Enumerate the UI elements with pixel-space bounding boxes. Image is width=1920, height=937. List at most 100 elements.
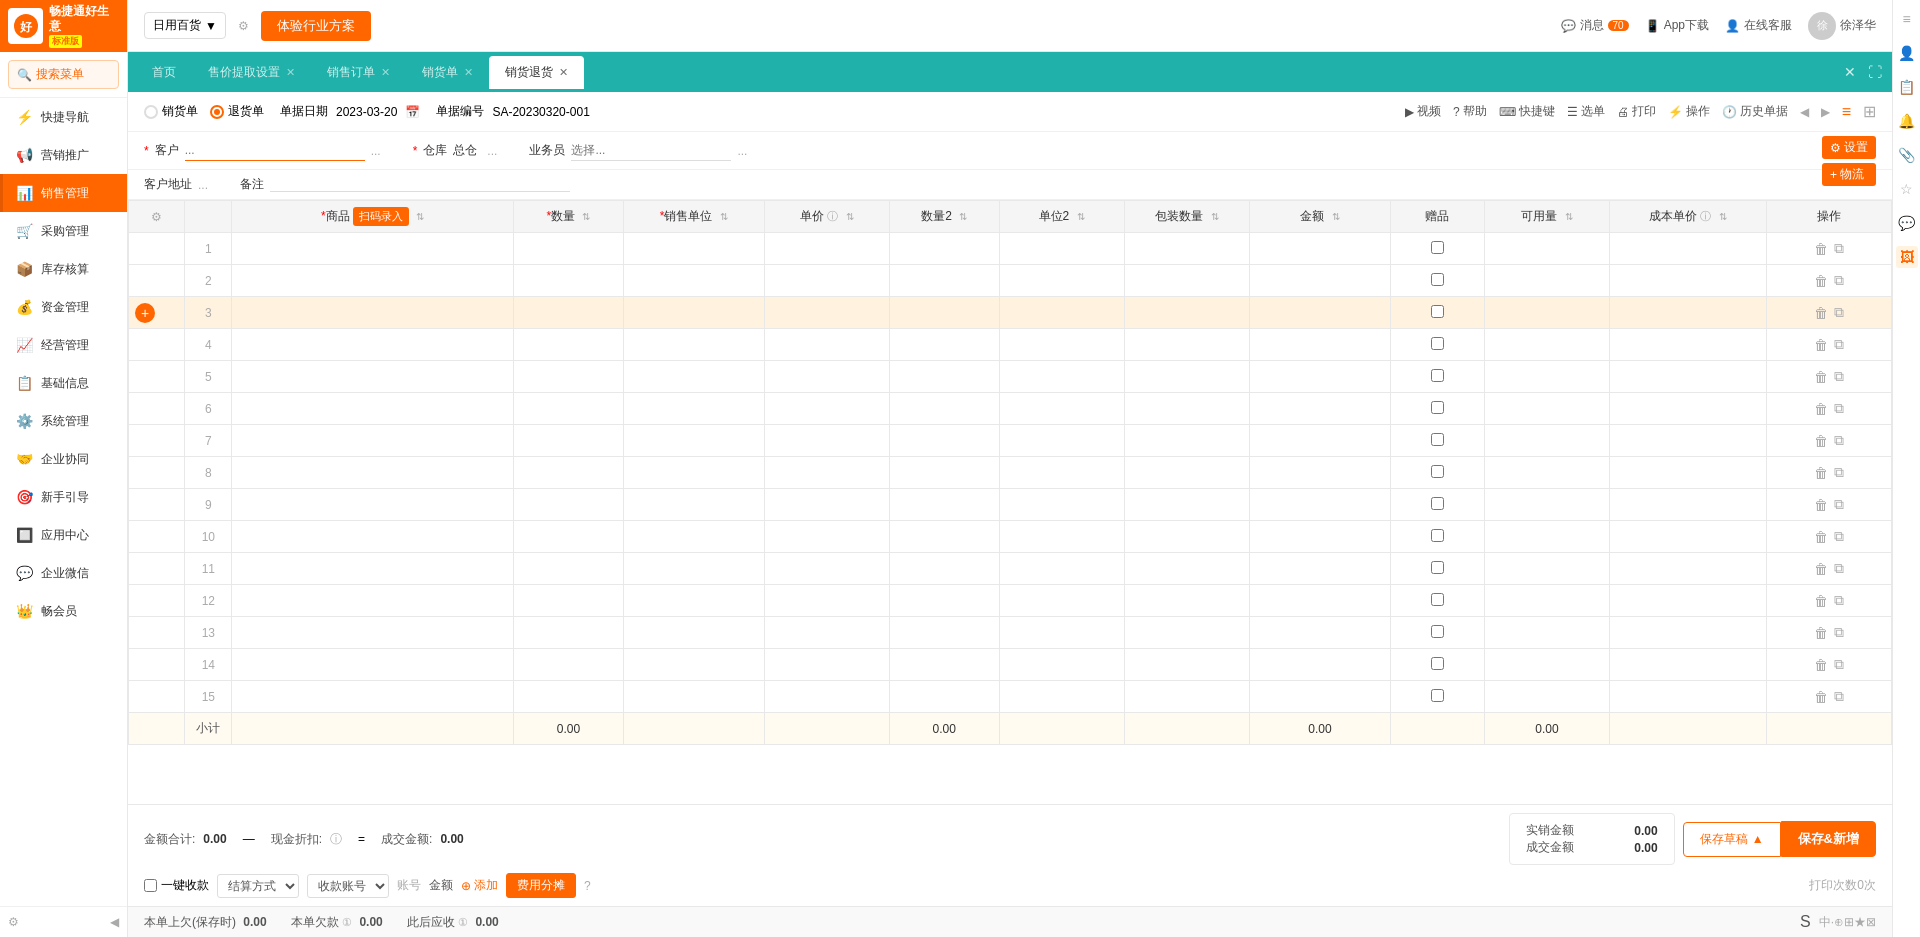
available-cell[interactable] xyxy=(1484,585,1609,617)
gift-cell[interactable] xyxy=(1390,457,1484,489)
radio-sales[interactable]: 销货单 xyxy=(144,103,198,120)
qty2-cell[interactable] xyxy=(889,233,999,265)
unit-cell[interactable] xyxy=(623,393,764,425)
cost-cell[interactable] xyxy=(1610,361,1767,393)
unit2-cell[interactable] xyxy=(999,425,1124,457)
gift-cell[interactable] xyxy=(1390,617,1484,649)
unit-cell[interactable] xyxy=(623,489,764,521)
unit-cell[interactable] xyxy=(623,617,764,649)
qty-cell[interactable] xyxy=(514,233,624,265)
product-sort-icon[interactable]: ⇅ xyxy=(416,211,424,222)
help-btn[interactable]: ? 帮助 xyxy=(1453,103,1487,120)
sidebar-item-inventory[interactable]: 📦 库存核算 xyxy=(0,250,127,288)
list-view-btn[interactable]: ≡ xyxy=(1842,103,1851,121)
gift-cell[interactable] xyxy=(1390,329,1484,361)
video-btn[interactable]: ▶ 视频 xyxy=(1405,103,1441,120)
price-cell[interactable] xyxy=(764,681,889,713)
tab-price-settings-close[interactable]: ✕ xyxy=(286,66,295,79)
cost-cell[interactable] xyxy=(1610,329,1767,361)
gift-checkbox[interactable] xyxy=(1431,465,1444,478)
qty2-cell[interactable] xyxy=(889,489,999,521)
cost-cell[interactable] xyxy=(1610,681,1767,713)
unit2-cell[interactable] xyxy=(999,553,1124,585)
price-cell[interactable] xyxy=(764,297,889,329)
amount-cell[interactable] xyxy=(1250,425,1391,457)
copy-row-icon[interactable]: ⧉ xyxy=(1834,400,1844,417)
unit-cell[interactable] xyxy=(623,553,764,585)
unit-sort-icon[interactable]: ⇅ xyxy=(720,211,728,222)
delete-row-icon[interactable]: 🗑 xyxy=(1814,241,1828,257)
pack-cell[interactable] xyxy=(1124,585,1249,617)
unit2-cell[interactable] xyxy=(999,361,1124,393)
amount-cell[interactable] xyxy=(1250,617,1391,649)
unit2-cell[interactable] xyxy=(999,521,1124,553)
unit2-cell[interactable] xyxy=(999,649,1124,681)
address-select-dots[interactable]: ... xyxy=(198,178,208,192)
copy-row-icon[interactable]: ⧉ xyxy=(1834,432,1844,449)
sidebar-item-guide[interactable]: 🎯 新手引导 xyxy=(0,478,127,516)
unit-cell[interactable] xyxy=(623,233,764,265)
unit-cell[interactable] xyxy=(623,361,764,393)
topbar-settings-icon[interactable]: ⚙ xyxy=(238,19,249,33)
amount-cell[interactable] xyxy=(1250,361,1391,393)
scan-btn[interactable]: 扫码录入 xyxy=(353,207,409,226)
available-cell[interactable] xyxy=(1484,649,1609,681)
gift-cell[interactable] xyxy=(1390,585,1484,617)
delete-row-icon[interactable]: 🗑 xyxy=(1814,657,1828,673)
unit2-cell[interactable] xyxy=(999,617,1124,649)
history-btn[interactable]: 🕐 历史单据 xyxy=(1722,103,1788,120)
user-profile[interactable]: 徐 徐泽华 xyxy=(1808,12,1876,40)
sidebar-item-purchase[interactable]: 🛒 采购管理 xyxy=(0,212,127,250)
unit-cell[interactable] xyxy=(623,297,764,329)
logistics-button[interactable]: + 物流 xyxy=(1822,163,1876,186)
right-panel-icon-2[interactable]: 👤 xyxy=(1896,42,1918,64)
add-row-button[interactable]: + xyxy=(135,303,155,323)
unit-cell[interactable] xyxy=(623,585,764,617)
qty2-cell[interactable] xyxy=(889,521,999,553)
copy-row-icon[interactable]: ⧉ xyxy=(1834,528,1844,545)
right-panel-icon-4[interactable]: 🔔 xyxy=(1896,110,1918,132)
prev-record-btn[interactable]: ◀ xyxy=(1800,105,1809,119)
available-cell[interactable] xyxy=(1484,521,1609,553)
pack-cell[interactable] xyxy=(1124,553,1249,585)
calendar-icon[interactable]: 📅 xyxy=(405,105,420,119)
cta-button[interactable]: 体验行业方案 xyxy=(261,11,371,41)
cost-cell[interactable] xyxy=(1610,393,1767,425)
gift-checkbox[interactable] xyxy=(1431,369,1444,382)
copy-row-icon[interactable]: ⧉ xyxy=(1834,304,1844,321)
remark-input[interactable] xyxy=(270,177,570,192)
pack-cell[interactable] xyxy=(1124,393,1249,425)
price-cell[interactable] xyxy=(764,585,889,617)
gift-checkbox[interactable] xyxy=(1431,625,1444,638)
copy-row-icon[interactable]: ⧉ xyxy=(1834,496,1844,513)
price-cell[interactable] xyxy=(764,649,889,681)
qty2-cell[interactable] xyxy=(889,553,999,585)
pack-cell[interactable] xyxy=(1124,297,1249,329)
delete-row-icon[interactable]: 🗑 xyxy=(1814,401,1828,417)
price-cell[interactable] xyxy=(764,425,889,457)
cost-cell[interactable] xyxy=(1610,617,1767,649)
right-panel-icon-7[interactable]: 💬 xyxy=(1896,212,1918,234)
fee-help-icon[interactable]: ? xyxy=(584,879,591,893)
copy-row-icon[interactable]: ⧉ xyxy=(1834,272,1844,289)
amount-cell[interactable] xyxy=(1250,489,1391,521)
sidebar-item-finance[interactable]: 💰 资金管理 xyxy=(0,288,127,326)
sidebar-item-apps[interactable]: 🔲 应用中心 xyxy=(0,516,127,554)
unit2-cell[interactable] xyxy=(999,585,1124,617)
amount-cell[interactable] xyxy=(1250,329,1391,361)
gift-cell[interactable] xyxy=(1390,521,1484,553)
available-cell[interactable] xyxy=(1484,425,1609,457)
cost-cell[interactable] xyxy=(1610,649,1767,681)
save-draft-button[interactable]: 保存草稿 ▲ xyxy=(1683,822,1781,857)
sidebar-item-sales[interactable]: 📊 销售管理 xyxy=(0,174,127,212)
staff-select-dots[interactable]: ... xyxy=(737,144,747,158)
cost-sort-icon[interactable]: ⇅ xyxy=(1719,211,1727,222)
copy-row-icon[interactable]: ⧉ xyxy=(1834,592,1844,609)
amount-sort-icon[interactable]: ⇅ xyxy=(1332,211,1340,222)
qty2-cell[interactable] xyxy=(889,681,999,713)
qty-cell[interactable] xyxy=(514,617,624,649)
qty-cell[interactable] xyxy=(514,425,624,457)
price-cell[interactable] xyxy=(764,361,889,393)
amount-cell[interactable] xyxy=(1250,585,1391,617)
pack-cell[interactable] xyxy=(1124,489,1249,521)
